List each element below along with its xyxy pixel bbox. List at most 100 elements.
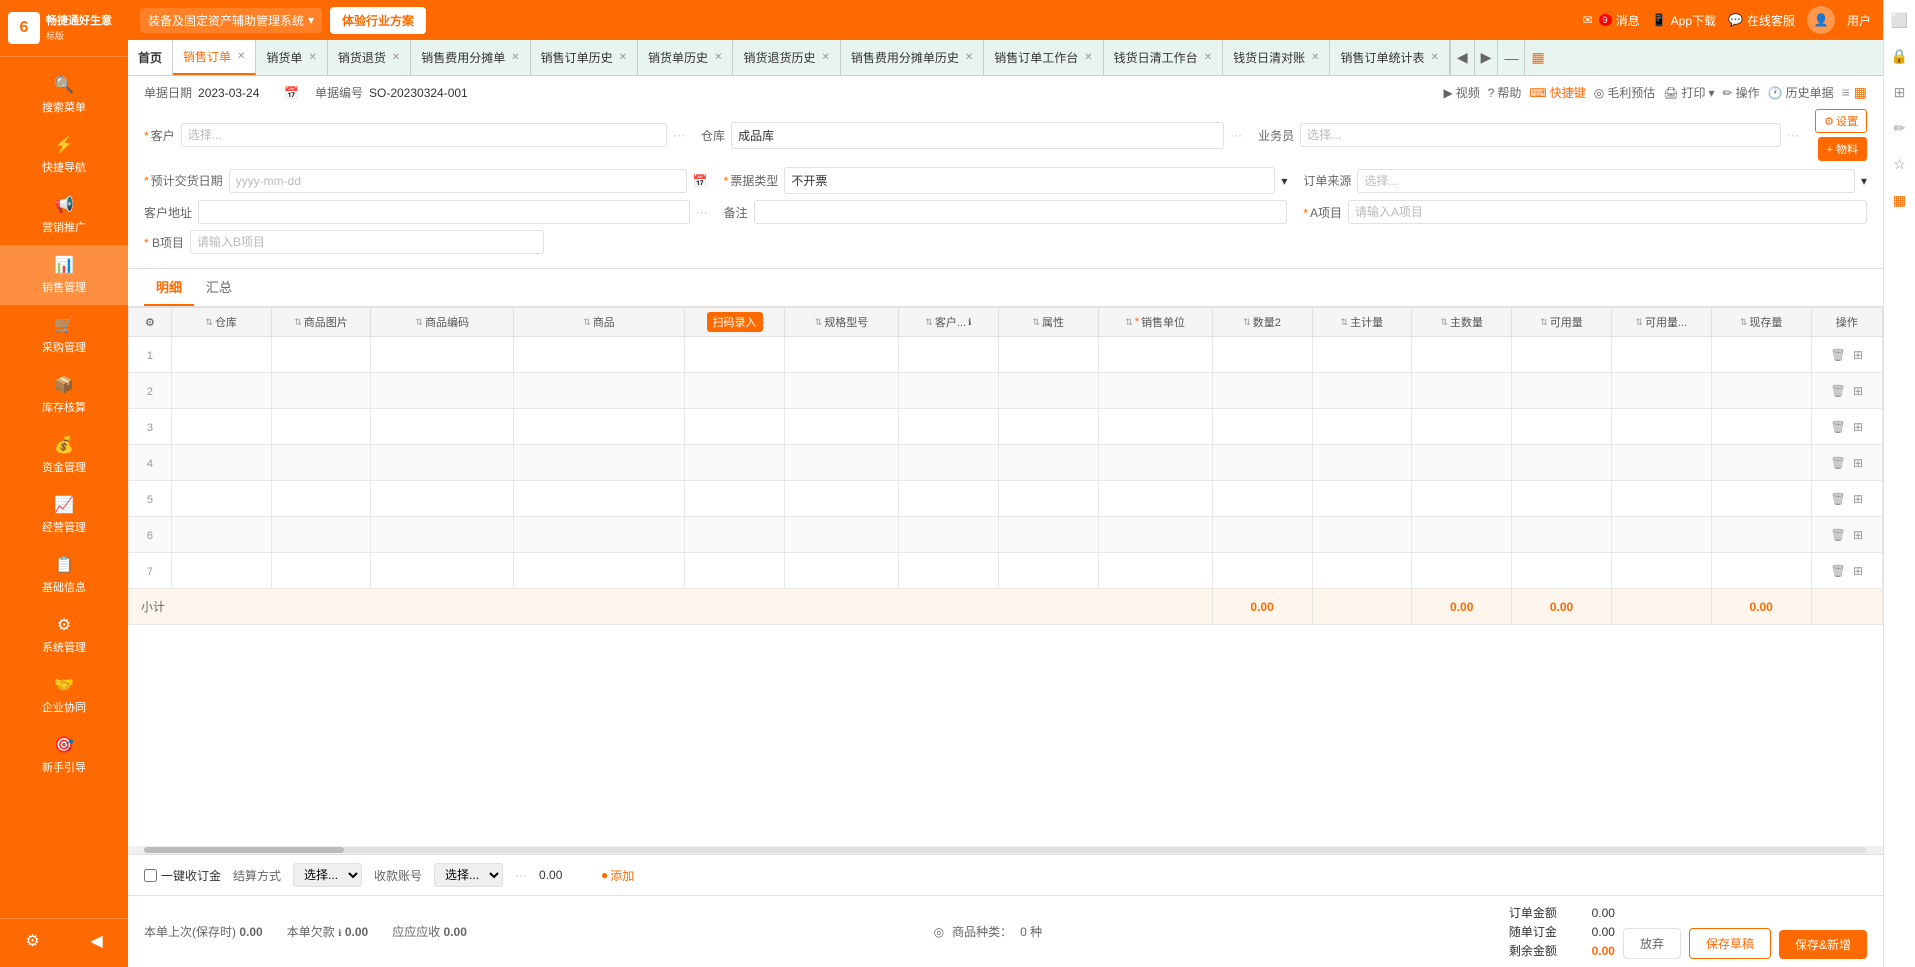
tab-detail[interactable]: 明细: [144, 269, 194, 306]
row-customer-code-4[interactable]: [898, 445, 998, 481]
row-unit-6[interactable]: [1098, 517, 1212, 553]
row-product-2[interactable]: [513, 373, 684, 409]
row-warehouse-4[interactable]: [171, 445, 271, 481]
tab-cash-workbench[interactable]: 钱货日清工作台 ✕: [1104, 40, 1223, 75]
add-account-button[interactable]: ● 添加: [601, 867, 634, 884]
row-available2-1[interactable]: [1611, 337, 1711, 373]
row-spec-2[interactable]: [784, 373, 898, 409]
copy-row-icon[interactable]: ⊞: [1853, 348, 1863, 362]
right-panel-icon-6[interactable]: ▦: [1888, 188, 1912, 212]
col-scan-header[interactable]: 扫码录入: [685, 308, 785, 337]
right-panel-icon-4[interactable]: ✏: [1888, 116, 1912, 140]
row-customer-code-7[interactable]: [898, 553, 998, 589]
sidebar-item-search[interactable]: 🔍 搜索菜单: [0, 65, 128, 125]
row-image-3[interactable]: [271, 409, 371, 445]
row-attr-4[interactable]: [998, 445, 1098, 481]
sidebar-item-guide[interactable]: 🎯 新手引导: [0, 725, 128, 785]
row-spec-1[interactable]: [784, 337, 898, 373]
delete-row-icon[interactable]: 🗑: [1830, 492, 1845, 506]
row-main-qty-7[interactable]: [1412, 553, 1512, 589]
row-main-unit-4[interactable]: [1312, 445, 1412, 481]
row-image-6[interactable]: [271, 517, 371, 553]
row-unit-5[interactable]: [1098, 481, 1212, 517]
quick-settle-input[interactable]: [144, 869, 157, 882]
sidebar-item-sales[interactable]: 📊 销售管理: [0, 245, 128, 305]
view-video-button[interactable]: ▶ 视频: [1443, 84, 1479, 101]
print-button[interactable]: 🖨 打印 ▾: [1663, 84, 1714, 101]
row-available2-3[interactable]: [1611, 409, 1711, 445]
warehouse-value[interactable]: 成品库: [731, 122, 1224, 149]
customer-input[interactable]: [181, 123, 667, 147]
delete-row-icon[interactable]: 🗑: [1830, 564, 1845, 578]
row-available2-7[interactable]: [1611, 553, 1711, 589]
discard-button[interactable]: 放弃: [1623, 928, 1681, 959]
row-product-4[interactable]: [513, 445, 684, 481]
row-customer-code-3[interactable]: [898, 409, 998, 445]
copy-row-icon[interactable]: ⊞: [1853, 456, 1863, 470]
tab-close-icon[interactable]: ✕: [714, 52, 722, 63]
add-material-button[interactable]: + 物料: [1818, 137, 1867, 161]
row-spec-7[interactable]: [784, 553, 898, 589]
row-warehouse-6[interactable]: [171, 517, 271, 553]
row-main-unit-1[interactable]: [1312, 337, 1412, 373]
tab-return-history[interactable]: 销货退货历史 ✕: [733, 40, 840, 75]
row-current-7[interactable]: [1711, 553, 1811, 589]
copy-row-icon[interactable]: ⊞: [1853, 384, 1863, 398]
tab-sales-return[interactable]: 销货退货 ✕: [328, 40, 411, 75]
row-code-7[interactable]: [371, 553, 514, 589]
calendar-icon[interactable]: 📅: [284, 86, 299, 100]
row-product-3[interactable]: [513, 409, 684, 445]
row-available2-4[interactable]: [1611, 445, 1711, 481]
address-more-icon[interactable]: ···: [696, 205, 708, 219]
row-code-6[interactable]: [371, 517, 514, 553]
row-attr-2[interactable]: [998, 373, 1098, 409]
customer-more-icon[interactable]: ···: [673, 128, 685, 142]
row-main-unit-6[interactable]: [1312, 517, 1412, 553]
remarks-input[interactable]: [754, 200, 1288, 224]
row-available-1[interactable]: [1512, 337, 1612, 373]
tab-close-icon[interactable]: ✕: [1311, 52, 1319, 63]
right-panel-icon-3[interactable]: ⊞: [1888, 80, 1912, 104]
tab-close-icon[interactable]: ✕: [821, 52, 829, 63]
account-more-icon[interactable]: ···: [515, 868, 527, 882]
row-spec-4[interactable]: [784, 445, 898, 481]
row-spec-6[interactable]: [784, 517, 898, 553]
row-attr-7[interactable]: [998, 553, 1098, 589]
row-code-2[interactable]: [371, 373, 514, 409]
row-code-3[interactable]: [371, 409, 514, 445]
row-image-7[interactable]: [271, 553, 371, 589]
row-available-4[interactable]: [1512, 445, 1612, 481]
tab-close-icon[interactable]: ✕: [237, 51, 245, 62]
layout-grid-icon[interactable]: ▦: [1854, 84, 1867, 101]
tab-summary[interactable]: 汇总: [194, 269, 244, 306]
row-available2-2[interactable]: [1611, 373, 1711, 409]
row-warehouse-1[interactable]: [171, 337, 271, 373]
tab-home[interactable]: 首页: [128, 40, 173, 75]
right-panel-icon-2[interactable]: 🔒: [1888, 44, 1912, 68]
scroll-thumb[interactable]: [144, 847, 344, 853]
tab-invoice-history[interactable]: 销货单历史 ✕: [638, 40, 733, 75]
tab-order-history[interactable]: 销售订单历史 ✕: [531, 40, 638, 75]
row-qty2-3[interactable]: [1212, 409, 1312, 445]
row-main-unit-3[interactable]: [1312, 409, 1412, 445]
sidebar-item-basic-info[interactable]: 📋 基础信息: [0, 545, 128, 605]
profit-button[interactable]: ◎ 毛利预估: [1594, 84, 1656, 101]
row-warehouse-5[interactable]: [171, 481, 271, 517]
tab-close-icon[interactable]: ✕: [1084, 52, 1092, 63]
horizontal-scrollbar[interactable]: [128, 846, 1883, 854]
row-unit-4[interactable]: [1098, 445, 1212, 481]
row-available-7[interactable]: [1512, 553, 1612, 589]
tab-prev-button[interactable]: ◀: [1450, 40, 1474, 75]
row-current-6[interactable]: [1711, 517, 1811, 553]
col-setting-header[interactable]: ⚙: [129, 308, 172, 337]
operation-button[interactable]: ✏ 操作: [1723, 84, 1760, 101]
row-product-6[interactable]: [513, 517, 684, 553]
tab-cash-reconcile[interactable]: 钱货日清对账 ✕: [1223, 40, 1330, 75]
row-code-5[interactable]: [371, 481, 514, 517]
row-product-5[interactable]: [513, 481, 684, 517]
row-qty2-7[interactable]: [1212, 553, 1312, 589]
tab-close-icon[interactable]: ✕: [511, 52, 519, 63]
tab-expand-button[interactable]: ▦: [1524, 40, 1550, 75]
tab-close-icon[interactable]: ✕: [965, 52, 973, 63]
row-main-qty-1[interactable]: [1412, 337, 1512, 373]
